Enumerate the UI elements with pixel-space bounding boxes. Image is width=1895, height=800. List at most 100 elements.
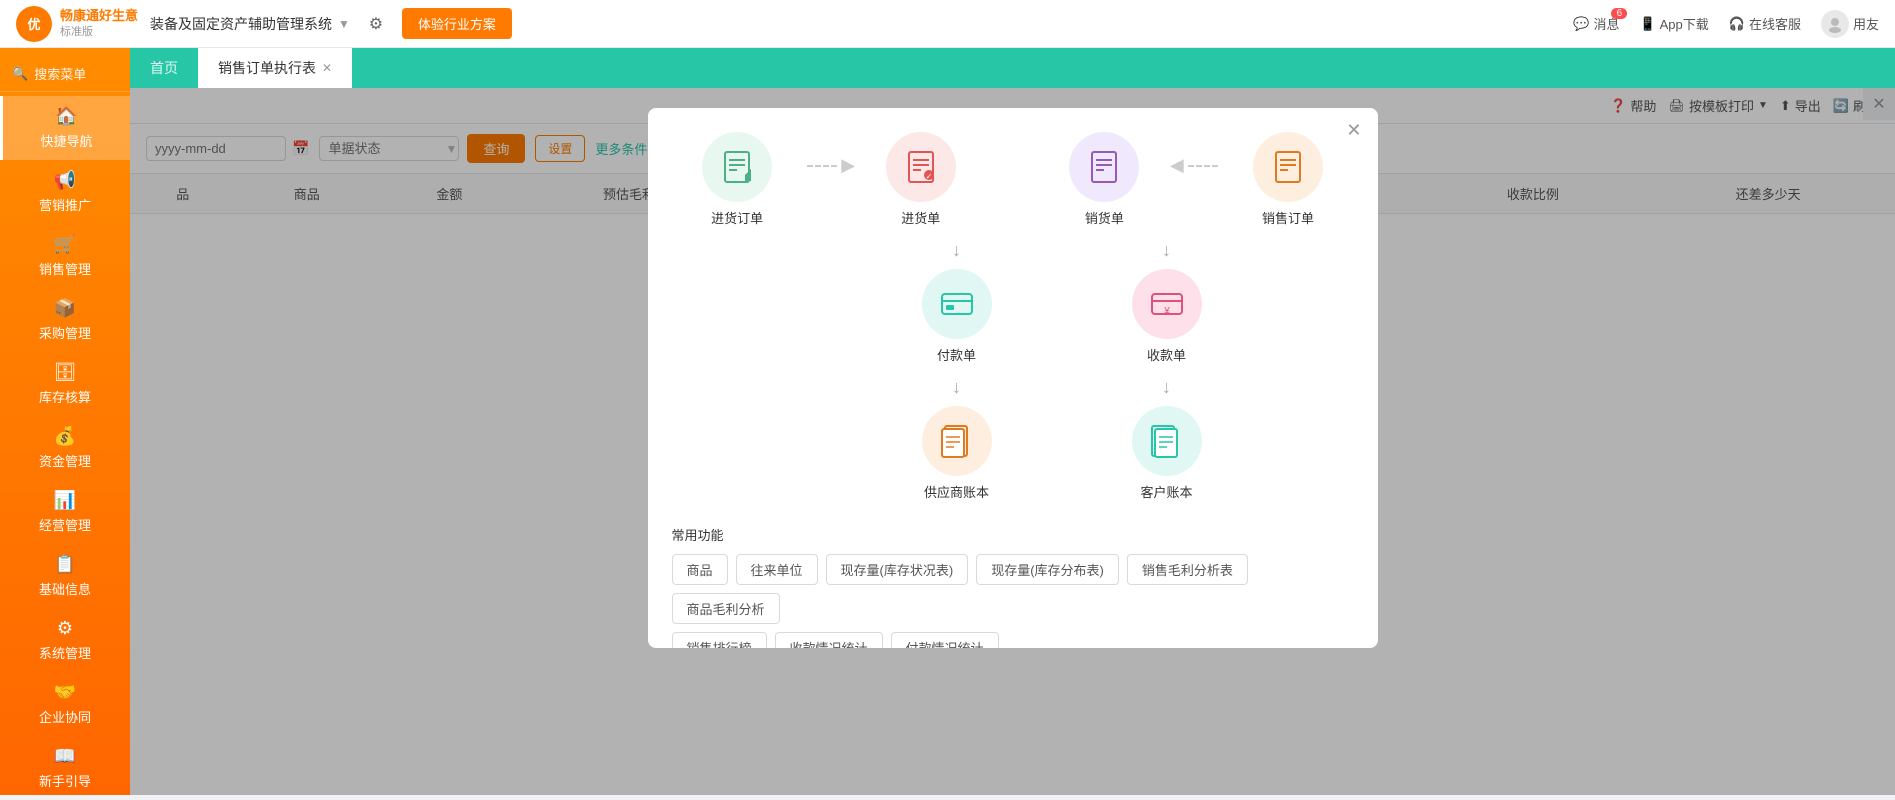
purchase-bill-icon: ✓ [886, 132, 956, 202]
arrow-rec-down: ↓ [1092, 372, 1242, 402]
top-header: 优 畅康通好生意 标准版 装备及固定资产辅助管理系统 ▼ ⚙ 体验行业方案 💬 … [0, 0, 1895, 48]
flow-row-2: 付款单 ¥ [672, 269, 1354, 364]
tab-sales-order-exec[interactable]: 销售订单执行表 ✕ [198, 48, 352, 88]
sidebar-item-guide[interactable]: 📖 新手引导 [0, 736, 130, 800]
customer-ledger-label: 客户账本 [1140, 482, 1192, 501]
tab-home[interactable]: 首页 [130, 48, 198, 88]
func-btn-sales-rank[interactable]: 销售排行榜 [672, 632, 767, 648]
header-right: 💬 消息 6 📱 App下载 🎧 在线客服 用友 [1573, 10, 1879, 38]
logo-icon: 优 [16, 6, 52, 42]
arrow-po-to-pb: ▶ [803, 155, 855, 176]
flow-row-3: 供应商账本 [672, 406, 1354, 501]
func-buttons-row2: 销售排行榜 收款情况统计 付款情况统计 [672, 632, 1354, 648]
headset-icon: 🎧 [1729, 16, 1745, 32]
online-service-btn[interactable]: 🎧 在线客服 [1729, 14, 1801, 33]
purchase-bill-label: 进货单 [901, 208, 940, 227]
page-content: ❓ 帮助 🖨 按模板打印 ▼ ⬆ 导出 🔄 刷新 [130, 88, 1895, 795]
sidebar-item-basic-info[interactable]: 📋 基础信息 [0, 544, 130, 608]
vertical-arrows-row-2: ↓ ↓ [672, 372, 1354, 402]
logo-area: 优 畅康通好生意 标准版 [16, 6, 138, 42]
tab-close-icon[interactable]: ✕ [322, 61, 332, 75]
sys-mgmt-icon: ⚙ [57, 618, 73, 639]
operation-icon: 📊 [54, 490, 76, 511]
sidebar-item-sales[interactable]: 🛒 销售管理 [0, 224, 130, 288]
guide-icon: 📖 [54, 746, 76, 767]
sidebar-item-operation[interactable]: 📊 经营管理 [0, 480, 130, 544]
tab-bar: 首页 销售订单执行表 ✕ [130, 48, 1895, 88]
arrow-sb-down: ↓ [1092, 235, 1242, 265]
capital-icon: 💰 [54, 426, 76, 447]
common-funcs: 常用功能 商品 往来单位 现存量(库存状况表) 现存量(库存分布表) 销售毛利分… [672, 525, 1354, 648]
common-funcs-title: 常用功能 [672, 525, 1354, 544]
func-btn-goods[interactable]: 商品 [672, 554, 728, 585]
func-btn-stock-dist[interactable]: 现存量(库存分布表) [976, 554, 1119, 585]
sidebar-item-enterprise[interactable]: 🤝 企业协同 [0, 672, 130, 736]
sales-bill-icon [1069, 132, 1139, 202]
logo-text: 畅康通好生意 标准版 [60, 8, 138, 39]
sales-order-icon [1253, 132, 1323, 202]
svg-text:✓: ✓ [925, 172, 932, 181]
payment-icon [922, 269, 992, 339]
sidebar-item-capital[interactable]: 💰 资金管理 [0, 416, 130, 480]
purchase-icon: 📦 [54, 298, 76, 319]
arrow-pb-down: ↓ [882, 235, 1032, 265]
inventory-icon: 🗄 [54, 362, 77, 383]
header-left: 优 畅康通好生意 标准版 装备及固定资产辅助管理系统 ▼ ⚙ 体验行业方案 [16, 6, 512, 42]
message-badge: 6 [1611, 8, 1627, 19]
flow-row-1: 进货订单 ▶ [672, 132, 1354, 227]
sales-order-label: 销售订单 [1262, 208, 1314, 227]
download-icon: 📱 [1639, 16, 1655, 32]
search-icon: 🔍 [12, 66, 28, 82]
node-customer-ledger[interactable]: 客户账本 [1092, 406, 1242, 501]
search-menu-item[interactable]: 🔍 搜索菜单 [0, 56, 130, 92]
avatar [1821, 10, 1849, 38]
message-icon: 💬 [1573, 16, 1589, 32]
sidebar: 🔍 搜索菜单 🏠 快捷导航 📢 营销推广 🛒 销售管理 📦 采购管理 🗄 库存核… [0, 48, 130, 795]
node-payment[interactable]: 付款单 [882, 269, 1032, 364]
enterprise-icon: 🤝 [54, 682, 76, 703]
sidebar-item-sys-mgmt[interactable]: ⚙ 系统管理 [0, 608, 130, 672]
flow-modal: ✕ [648, 108, 1378, 648]
sidebar-item-marketing[interactable]: 📢 营销推广 [0, 160, 130, 224]
node-supplier-ledger[interactable]: 供应商账本 [882, 406, 1032, 501]
func-btn-receipt-stats[interactable]: 收款情况统计 [775, 632, 883, 648]
payment-label: 付款单 [937, 345, 976, 364]
node-receipt[interactable]: ¥ 收款单 [1092, 269, 1242, 364]
modal-close-btn[interactable]: ✕ [1346, 120, 1361, 141]
user-menu[interactable]: 用友 [1821, 10, 1879, 38]
node-sales-bill[interactable]: 销货单 [1039, 132, 1170, 227]
marketing-icon: 📢 [54, 170, 76, 191]
node-purchase-bill[interactable]: ✓ 进货单 [855, 132, 986, 227]
func-btn-counterparty[interactable]: 往来单位 [736, 554, 818, 585]
arrow-pay-down: ↓ [882, 372, 1032, 402]
sidebar-item-purchase[interactable]: 📦 采购管理 [0, 288, 130, 352]
purchase-order-icon [702, 132, 772, 202]
supplier-ledger-label: 供应商账本 [924, 482, 989, 501]
modal-overlay: ✕ [130, 88, 1895, 795]
func-btn-stock-status[interactable]: 现存量(库存状况表) [826, 554, 969, 585]
node-sales-order[interactable]: 销售订单 [1222, 132, 1353, 227]
basic-info-icon: 📋 [54, 554, 76, 575]
func-btn-goods-margin[interactable]: 商品毛利分析 [672, 593, 780, 624]
svg-text:¥: ¥ [1163, 306, 1170, 317]
sales-icon: 🛒 [54, 234, 76, 255]
sales-bill-label: 销货单 [1085, 208, 1124, 227]
node-purchase-order[interactable]: 进货订单 [672, 132, 803, 227]
sidebar-item-quick-nav[interactable]: 🏠 快捷导航 [0, 96, 130, 160]
func-btn-sales-margin[interactable]: 销售毛利分析表 [1127, 554, 1248, 585]
message-btn[interactable]: 💬 消息 6 [1573, 14, 1619, 33]
customer-ledger-icon [1132, 406, 1202, 476]
receipt-icon: ¥ [1132, 269, 1202, 339]
supplier-ledger-icon [922, 406, 992, 476]
flow-diagram: 进货订单 ▶ [672, 132, 1354, 509]
func-btn-payment-stats[interactable]: 付款情况统计 [891, 632, 999, 648]
vertical-arrows-row: ↓ ↓ [672, 235, 1354, 265]
receipt-label: 收款单 [1147, 345, 1186, 364]
sidebar-item-inventory[interactable]: 🗄 库存核算 [0, 352, 130, 416]
app-download-btn[interactable]: 📱 App下载 [1639, 14, 1708, 33]
purchase-order-label: 进货订单 [711, 208, 763, 227]
chevron-down-icon[interactable]: ▼ [338, 17, 350, 31]
system-title: 装备及固定资产辅助管理系统 ▼ [150, 14, 350, 34]
trial-btn[interactable]: 体验行业方案 [402, 8, 512, 39]
settings-icon[interactable]: ⚙ [362, 10, 390, 38]
